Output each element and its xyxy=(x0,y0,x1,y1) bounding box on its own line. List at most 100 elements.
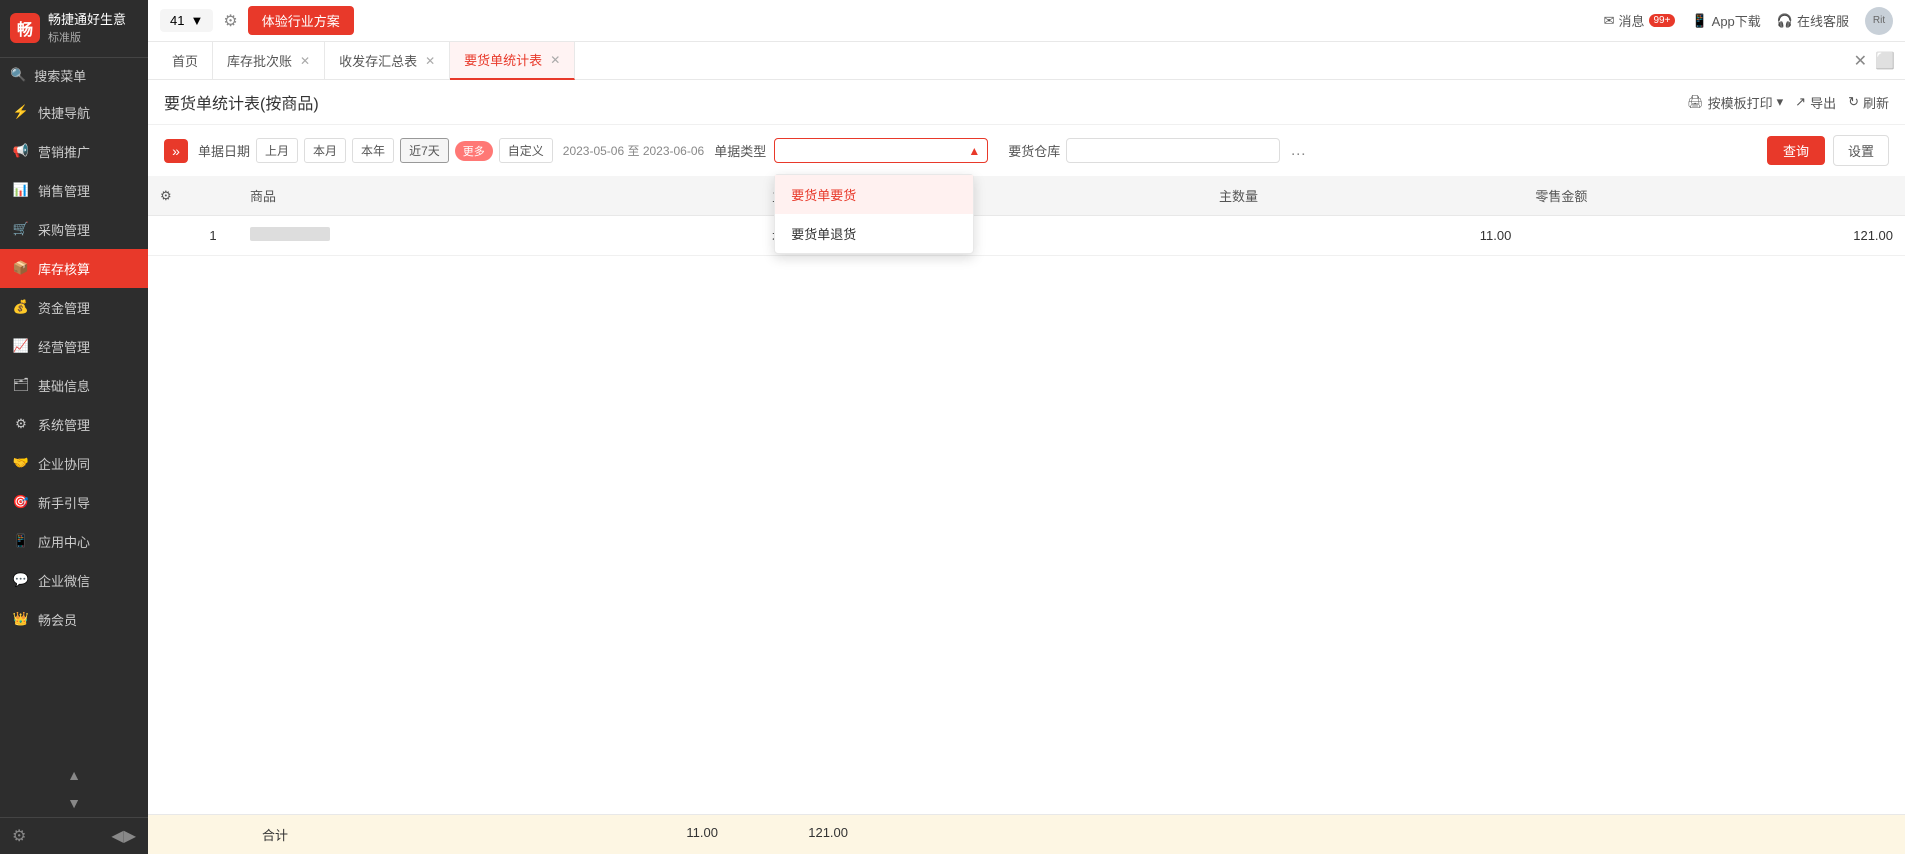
tab-label-batch-account: 库存批次账 xyxy=(227,51,292,70)
settings-icon[interactable]: ⚙ xyxy=(12,826,26,846)
export-action[interactable]: ↗ 导出 xyxy=(1795,93,1836,112)
query-button[interactable]: 查询 xyxy=(1767,136,1825,165)
nav-icon-wechat: 💬 xyxy=(12,571,30,589)
filter-settings-button[interactable]: 设置 xyxy=(1833,135,1889,166)
sidebar-item-sales[interactable]: 📊销售管理 xyxy=(0,171,148,210)
sidebar-item-basic[interactable]: 🗂基础信息 xyxy=(0,366,148,405)
support-label: 在线客服 xyxy=(1797,11,1849,30)
page-header: 要货单统计表(按商品) 🖨 按模板打印 ▾ ↗ 导出 ↻ 刷新 xyxy=(148,80,1905,124)
logo-icon: 畅 xyxy=(10,13,40,43)
refresh-action[interactable]: ↻ 刷新 xyxy=(1848,93,1889,112)
close-window-btn[interactable]: ✕ xyxy=(1854,51,1867,71)
date-filter-label: 单据日期 xyxy=(198,141,250,160)
sidebar-item-guide[interactable]: 🎯新手引导 xyxy=(0,483,148,522)
nav-icon-guide: 🎯 xyxy=(12,493,30,511)
message-action[interactable]: ✉ 消息 99+ xyxy=(1604,11,1676,30)
row-settings-0[interactable] xyxy=(148,216,188,256)
nav-label-wechat: 企业微信 xyxy=(38,571,90,590)
sidebar-item-operations[interactable]: 📈 经营管理 xyxy=(0,327,148,366)
more-filter-btn[interactable]: … xyxy=(1290,142,1306,160)
date-custom-btn[interactable]: 自定义 xyxy=(499,138,553,163)
type-filter-label: 单据类型 xyxy=(714,141,766,160)
support-action[interactable]: 🎧 在线客服 xyxy=(1777,11,1849,30)
filter-expand-btn[interactable]: » xyxy=(164,139,188,163)
date-more-btn[interactable]: 更多 xyxy=(455,141,493,161)
nav-icon-quick-nav: ⚡ xyxy=(12,103,30,121)
warehouse-filter-label: 要货仓库 xyxy=(1008,141,1060,160)
print-action[interactable]: 🖨 按模板打印 ▾ xyxy=(1687,93,1783,112)
footer-spacer xyxy=(160,825,250,844)
sidebar-item-purchase[interactable]: 🛒采购管理 xyxy=(0,210,148,249)
nav-icon-operations: 📈 xyxy=(12,337,30,355)
sidebar-search[interactable]: 🔍 搜索菜单 xyxy=(0,58,148,93)
sidebar-item-system[interactable]: ⚙系统管理 xyxy=(0,405,148,444)
avatar[interactable]: Rit xyxy=(1865,7,1893,35)
row-qty-0: 11.00 xyxy=(1207,216,1523,256)
message-badge: 99+ xyxy=(1649,14,1676,27)
warehouse-input[interactable] xyxy=(1066,138,1280,163)
search-label: 搜索菜单 xyxy=(34,66,86,85)
nav-label-member: 畅会员 xyxy=(38,610,77,629)
tab-close-order-stats[interactable]: ✕ xyxy=(550,53,560,67)
type-select-input[interactable] xyxy=(774,138,988,163)
col-qty-header: 主数量 xyxy=(1207,176,1523,216)
col-settings-header[interactable]: ⚙ xyxy=(148,176,188,216)
trial-button[interactable]: 体验行业方案 xyxy=(248,6,354,35)
date-this-month-btn[interactable]: 本月 xyxy=(304,138,346,163)
tabs-bar: 首页库存批次账✕收发存汇总表✕要货单统计表✕ ✕ ⬜ xyxy=(148,42,1905,80)
print-label: 按模板打印 xyxy=(1708,93,1773,112)
top-header: 41 ▼ ⚙ 体验行业方案 ✉ 消息 99+ 📱 App下载 🎧 在线客服 Ri… xyxy=(148,0,1905,42)
tab-order-stats[interactable]: 要货单统计表 ✕ xyxy=(450,42,575,80)
nav-icon-member: 👑 xyxy=(12,610,30,628)
sidebar-item-marketing[interactable]: 📢营销推广 xyxy=(0,132,148,171)
store-selector[interactable]: 41 ▼ xyxy=(160,9,213,32)
sidebar-scroll-down[interactable]: ▼ xyxy=(0,789,148,817)
data-table: ⚙ 商品 主计量单位 主数量 零售金额 1 块 11.00 121.00 xyxy=(148,176,1905,256)
tab-label-order-stats: 要货单统计表 xyxy=(464,50,542,69)
nav-label-appstore: 应用中心 xyxy=(38,532,90,551)
sidebar-item-wechat[interactable]: 💬 企业微信 xyxy=(0,561,148,600)
date-last-month-btn[interactable]: 上月 xyxy=(256,138,298,163)
page-content: 要货单统计表(按商品) 🖨 按模板打印 ▾ ↗ 导出 ↻ 刷新 » xyxy=(148,80,1905,854)
col-index-header xyxy=(188,176,238,216)
header-left: 41 ▼ ⚙ 体验行业方案 xyxy=(160,6,354,35)
row-index-0: 1 xyxy=(188,216,238,256)
app-download-action[interactable]: 📱 App下载 xyxy=(1691,11,1760,30)
table-body: 1 块 11.00 121.00 xyxy=(148,216,1905,256)
tab-close-batch-account[interactable]: ✕ xyxy=(300,54,310,68)
brand-name: 畅捷通好生意 xyxy=(48,12,126,29)
tab-batch-account[interactable]: 库存批次账 ✕ xyxy=(213,42,325,80)
sidebar-item-quick-nav[interactable]: ⚡快捷导航 xyxy=(0,93,148,132)
sidebar-item-inventory[interactable]: 📦库存核算 xyxy=(0,249,148,288)
tab-close-receive-summary[interactable]: ✕ xyxy=(425,54,435,68)
footer-label: 合计 xyxy=(250,825,600,844)
dropdown-item-order[interactable]: 要货单要货 xyxy=(775,175,973,214)
sidebar-item-appstore[interactable]: 📱 应用中心 xyxy=(0,522,148,561)
expand-window-btn[interactable]: ⬜ xyxy=(1875,51,1895,71)
app-label: App下载 xyxy=(1712,11,1761,30)
nav-label-operations: 经营管理 xyxy=(38,337,90,356)
sidebar-item-finance[interactable]: 💰资金管理 xyxy=(0,288,148,327)
date-7days-btn[interactable]: 近7天 xyxy=(400,138,449,163)
footer-quantity: 11.00 xyxy=(600,825,730,844)
gear-button[interactable]: ⚙ xyxy=(223,11,237,31)
collapse-icon[interactable]: ◀▶ xyxy=(111,826,136,846)
sidebar-item-member[interactable]: 👑 畅会员 xyxy=(0,600,148,639)
nav-label-enterprise: 企业协同 xyxy=(38,454,90,473)
sidebar-bottom: ⚙ ◀▶ xyxy=(0,817,148,854)
type-select-wrap: ▲ 要货单要货要货单退货 xyxy=(774,138,988,163)
sidebar-scroll-up[interactable]: ▲ xyxy=(0,761,148,789)
table-wrap: ⚙ 商品 主计量单位 主数量 零售金额 1 块 11.00 121.00 xyxy=(148,176,1905,814)
dropdown-item-return[interactable]: 要货单退货 xyxy=(775,214,973,253)
message-icon: ✉ xyxy=(1604,13,1615,29)
nav-label-inventory: 库存核算 xyxy=(38,259,90,278)
tab-receive-summary[interactable]: 收发存汇总表✕ xyxy=(325,42,450,80)
nav-icon-appstore: 📱 xyxy=(12,532,30,550)
date-range-display: 2023-05-06 至 2023-06-06 xyxy=(563,142,704,159)
sidebar-item-enterprise[interactable]: 🤝企业协同 xyxy=(0,444,148,483)
date-this-year-btn[interactable]: 本年 xyxy=(352,138,394,163)
tab-label-home: 首页 xyxy=(172,51,198,70)
tab-home[interactable]: 首页 xyxy=(158,42,213,80)
print-icon: 🖨 xyxy=(1687,94,1704,110)
col-amount-header: 零售金额 xyxy=(1523,176,1905,216)
